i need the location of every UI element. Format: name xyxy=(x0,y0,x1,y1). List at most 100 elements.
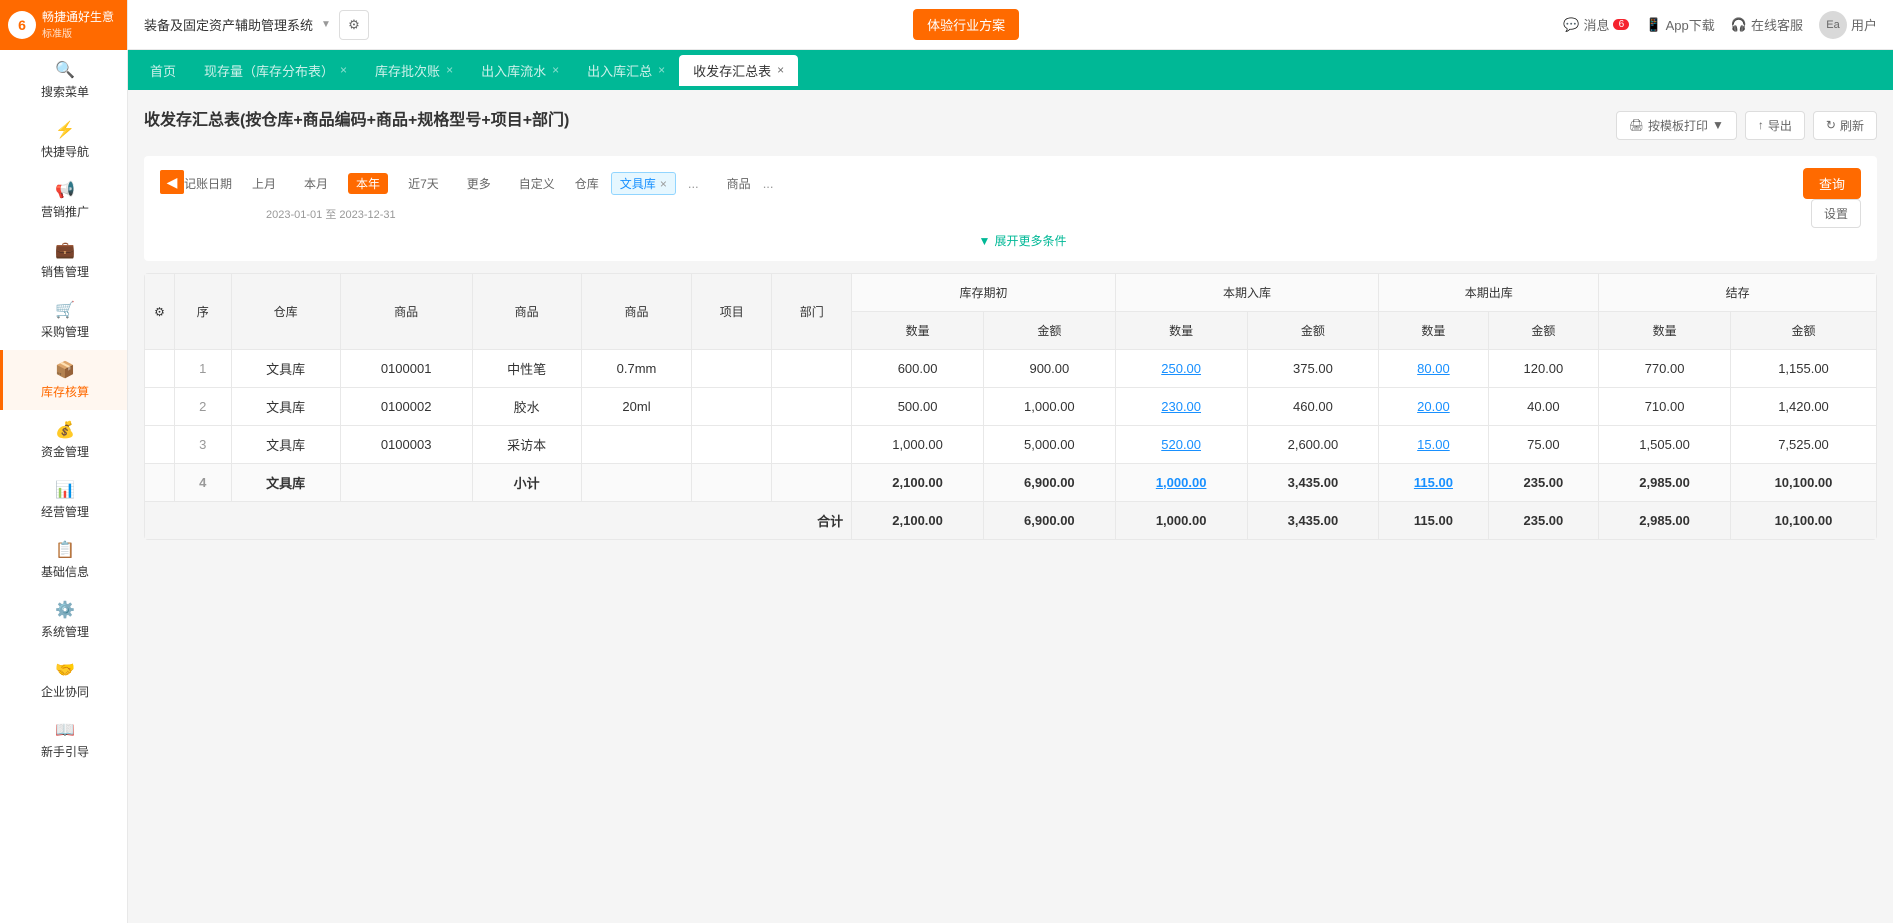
col-warehouse-header: 仓库 xyxy=(231,274,340,350)
sidebar-icon-system: ⚙️ xyxy=(55,600,75,620)
tab-close-inventory-dist[interactable]: × xyxy=(340,63,347,77)
tab-close-inout-summary[interactable]: × xyxy=(658,63,665,77)
date-label: 记账日期 xyxy=(184,175,232,192)
col-out-qty-header: 数量 xyxy=(1379,312,1488,350)
footer-close-amt: 10,100.00 xyxy=(1730,502,1876,540)
cell-in-qty[interactable]: 250.00 xyxy=(1115,350,1247,388)
sidebar-icon-cooperation: 🤝 xyxy=(55,660,75,680)
avatar: Ea xyxy=(1819,11,1847,39)
cell-settings xyxy=(145,464,175,502)
date-this-year[interactable]: 本年 xyxy=(348,173,388,194)
warehouse-tag-close[interactable]: × xyxy=(660,177,667,191)
cell-open-amt: 1,000.00 xyxy=(983,388,1115,426)
cell-in-amt: 3,435.00 xyxy=(1247,464,1379,502)
cell-in-amt: 375.00 xyxy=(1247,350,1379,388)
filter-bar: ◀ 记账日期 上月 本月 本年 近7天 更多 自定义 仓库 文具库 × xyxy=(144,156,1877,261)
sidebar-item-finance[interactable]: 💰资金管理 xyxy=(0,410,127,470)
goods-dots[interactable]: ... xyxy=(763,176,774,191)
logo-title: 畅捷通好生意 xyxy=(42,10,114,26)
col-closing-header: 结存 xyxy=(1599,274,1877,312)
expand-conditions-button[interactable]: ▼ 展开更多条件 xyxy=(979,232,1067,249)
sidebar-item-operations[interactable]: 📊经营管理 xyxy=(0,470,127,530)
filter-main: 记账日期 上月 本月 本年 近7天 更多 自定义 仓库 文具库 × ... xyxy=(184,168,1861,249)
sidebar-item-basic-info[interactable]: 📋基础信息 xyxy=(0,530,127,590)
messages-button[interactable]: 💬 消息 6 xyxy=(1563,15,1629,34)
date-this-month[interactable]: 本月 xyxy=(296,173,336,194)
tab-close-receive-summary[interactable]: × xyxy=(777,63,784,77)
date-more[interactable]: 更多 xyxy=(459,173,499,194)
col-settings[interactable]: ⚙ xyxy=(145,274,175,350)
tab-inout-flow[interactable]: 出入库流水× xyxy=(467,55,573,86)
cell-code: 0100003 xyxy=(340,426,472,464)
warehouse-dots[interactable]: ... xyxy=(688,176,699,191)
user-menu[interactable]: Ea 用户 xyxy=(1819,11,1877,39)
expand-label: 展开更多条件 xyxy=(994,232,1066,249)
sidebar-icon-basic-info: 📋 xyxy=(55,540,75,560)
cell-out-amt: 40.00 xyxy=(1488,388,1599,426)
cell-dept xyxy=(772,426,852,464)
col-in-qty-header: 数量 xyxy=(1115,312,1247,350)
cell-out-qty[interactable]: 15.00 xyxy=(1379,426,1488,464)
settings-button[interactable]: ⚙ xyxy=(339,10,369,40)
print-icon: 🖨 xyxy=(1629,118,1644,132)
sidebar-item-quick-nav[interactable]: ⚡快捷导航 xyxy=(0,110,127,170)
main-area: 装备及固定资产辅助管理系统 ▼ ⚙ 体验行业方案 💬 消息 6 📱 App下载 … xyxy=(128,0,1893,923)
date-last-month[interactable]: 上月 xyxy=(244,173,284,194)
cell-project xyxy=(692,426,772,464)
cell-open-qty: 500.00 xyxy=(852,388,984,426)
sidebar-item-inventory[interactable]: 📦库存核算 xyxy=(0,350,127,410)
tab-batch[interactable]: 库存批次账× xyxy=(361,55,467,86)
date-last-7[interactable]: 近7天 xyxy=(400,173,447,194)
filter-section: ◀ 记账日期 上月 本月 本年 近7天 更多 自定义 仓库 文具库 × xyxy=(160,168,1861,249)
app-download-label: App下载 xyxy=(1666,15,1715,34)
cell-out-qty[interactable]: 115.00 xyxy=(1379,464,1488,502)
trial-button[interactable]: 体验行业方案 xyxy=(913,9,1019,40)
filter-collapse-button[interactable]: ◀ xyxy=(160,170,184,194)
refresh-button[interactable]: ↻ 刷新 xyxy=(1813,111,1877,140)
sidebar-item-search[interactable]: 🔍搜索菜单 xyxy=(0,50,127,110)
app-download-button[interactable]: 📱 App下载 xyxy=(1645,15,1714,34)
date-custom[interactable]: 自定义 xyxy=(511,173,563,194)
table-row: 1 文具库 0100001 中性笔 0.7mm 600.00 900.00 25… xyxy=(145,350,1877,388)
cell-out-qty[interactable]: 20.00 xyxy=(1379,388,1488,426)
tab-close-batch[interactable]: × xyxy=(446,63,453,77)
cell-open-amt: 900.00 xyxy=(983,350,1115,388)
cell-settings xyxy=(145,426,175,464)
message-icon: 💬 xyxy=(1563,17,1579,33)
sidebar-item-cooperation[interactable]: 🤝企业协同 xyxy=(0,650,127,710)
cell-warehouse: 文具库 xyxy=(231,464,340,502)
tab-home[interactable]: 首页 xyxy=(136,55,190,86)
tab-receive-summary[interactable]: 收发存汇总表 × xyxy=(679,55,798,86)
data-table: ⚙ 序 仓库 商品 商品 商品 项目 部门 库存期初 本期入库 本期出库 结存 xyxy=(144,273,1877,540)
table-row: 3 文具库 0100003 采访本 1,000.00 5,000.00 520.… xyxy=(145,426,1877,464)
cell-in-qty[interactable]: 230.00 xyxy=(1115,388,1247,426)
print-button[interactable]: 🖨 按模板打印 ▼ xyxy=(1616,111,1737,140)
query-button[interactable]: 查询 xyxy=(1803,168,1861,199)
sidebar-item-marketing[interactable]: 📢营销推广 xyxy=(0,170,127,230)
tab-label-inout-summary: 出入库汇总 xyxy=(587,61,652,80)
sidebar-icon-sales: 💼 xyxy=(55,240,75,260)
online-service-label: 在线客服 xyxy=(1751,15,1803,34)
cell-spec xyxy=(581,464,692,502)
cell-out-qty[interactable]: 80.00 xyxy=(1379,350,1488,388)
cell-in-qty[interactable]: 520.00 xyxy=(1115,426,1247,464)
sidebar-item-system[interactable]: ⚙️系统管理 xyxy=(0,590,127,650)
tab-inout-summary[interactable]: 出入库汇总 × xyxy=(573,55,679,86)
sidebar-item-guide[interactable]: 📖新手引导 xyxy=(0,710,127,770)
tab-inventory-dist[interactable]: 现存量（库存分布表）× xyxy=(190,55,361,86)
cell-close-amt: 1,155.00 xyxy=(1730,350,1876,388)
sidebar-label-finance: 资金管理 xyxy=(41,443,89,460)
sidebar-item-purchase[interactable]: 🛒采购管理 xyxy=(0,290,127,350)
settings-filter-button[interactable]: 设置 xyxy=(1811,199,1861,228)
online-service-button[interactable]: 🎧 在线客服 xyxy=(1731,15,1803,34)
export-button[interactable]: ↑ 导出 xyxy=(1745,111,1805,140)
tab-label-receive-summary: 收发存汇总表 xyxy=(693,61,771,80)
tab-close-inout-flow[interactable]: × xyxy=(552,63,559,77)
col-open-qty-header: 数量 xyxy=(852,312,984,350)
topbar-left: 装备及固定资产辅助管理系统 ▼ ⚙ xyxy=(144,10,369,40)
cell-code xyxy=(340,464,472,502)
sidebar-item-sales[interactable]: 💼销售管理 xyxy=(0,230,127,290)
footer-row: 合计 2,100.00 6,900.00 1,000.00 3,435.00 1… xyxy=(145,502,1877,540)
col-project-header: 项目 xyxy=(692,274,772,350)
cell-in-qty[interactable]: 1,000.00 xyxy=(1115,464,1247,502)
